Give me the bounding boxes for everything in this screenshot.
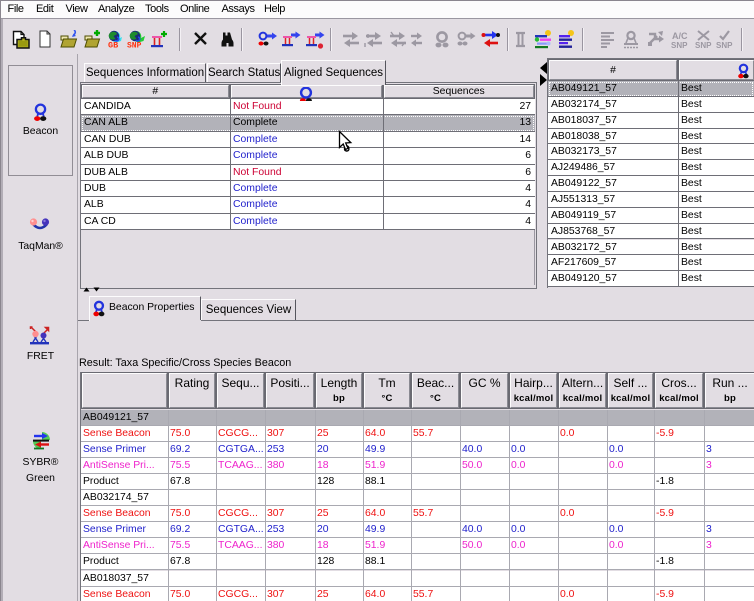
svg-text:SNP: SNP: [127, 42, 142, 49]
svg-text:SNP: SNP: [695, 41, 712, 49]
svg-text:GB: GB: [108, 41, 118, 49]
svg-text:SNP: SNP: [671, 41, 688, 49]
svg-text:A/C: A/C: [672, 31, 688, 41]
svg-text:SNP: SNP: [716, 41, 733, 49]
